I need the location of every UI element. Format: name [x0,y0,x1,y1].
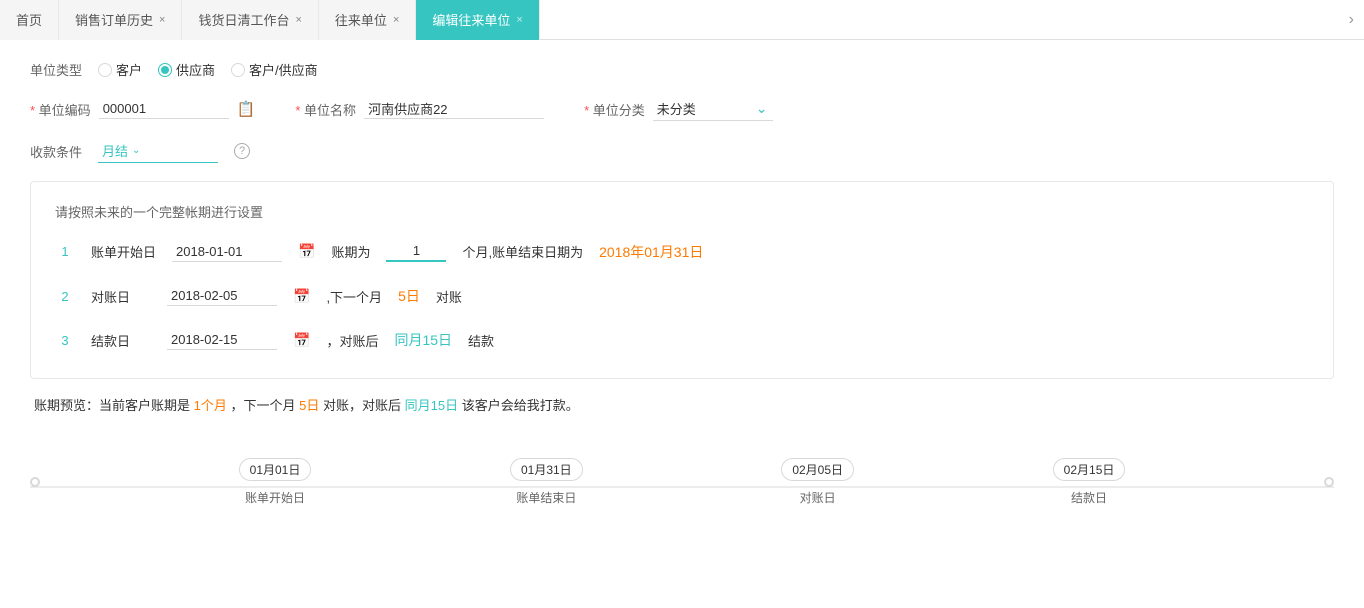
unit-code-label: 单位编码 [30,100,91,119]
unit-code-group: 单位编码 000001 📋 [30,99,255,119]
unit-category-value: 未分类 [657,99,696,118]
period-row-1: 1 账单开始日 2018-01-01 📅 账期为 1 个月,账单结束日期为 20… [55,241,1309,262]
unit-info-row: 单位编码 000001 📋 单位名称 河南供应商22 单位分类 未分类 ⌄ [30,97,1334,121]
period-row-2: 2 对账日 2018-02-05 📅 ,下一个月 5日 对账 [55,286,1309,306]
period-desc-1b: 个月,账单结束日期为 [462,242,583,261]
radio-both-circle [231,63,245,77]
payment-chevron-icon: ⌄ [132,145,140,156]
tab-cash-work[interactable]: 钱货日清工作台 × [182,0,318,40]
timeline-start-dot [30,477,40,487]
unit-category-label: 单位分类 [584,100,645,119]
payment-label: 收款条件 [30,142,82,161]
radio-supplier-label: 供应商 [176,60,215,79]
preview-prefix: 账期预览：当前客户账期是 [34,398,190,413]
preview-highlight-3: 同月15日 [405,398,458,413]
calendar-icon-2[interactable]: 📅 [293,288,310,305]
period-label-1: 账单开始日 [91,242,156,261]
period-desc-1a: 账期为 [331,242,370,261]
period-highlight-2: 5日 [398,286,420,306]
preview-suffix: 该客户会给我打款。 [462,398,579,413]
period-date-2[interactable]: 2018-02-05 [167,286,277,306]
timeline-label-0: 账单开始日 [245,489,305,506]
period-box-title: 请按照未来的一个完整帐期进行设置 [55,202,1309,221]
tab-partner-label: 往来单位 [335,10,387,29]
period-box: 请按照未来的一个完整帐期进行设置 1 账单开始日 2018-01-01 📅 账期… [30,181,1334,379]
tab-home-label: 首页 [16,10,42,29]
tab-edit-partner[interactable]: 编辑往来单位 × [416,0,539,40]
period-highlight-3: 同月15日 [394,330,452,350]
unit-type-radio-group: 客户 供应商 客户/供应商 [98,60,318,79]
payment-help-icon[interactable]: ? [234,143,250,159]
timeline-node-2: 02月05日 对账日 [781,458,854,506]
tab-sales-history-label: 销售订单历史 [75,10,153,29]
calendar-icon-1[interactable]: 📅 [298,243,315,260]
period-num-1: 1 [55,244,75,259]
tab-cash-work-label: 钱货日清工作台 [198,10,289,29]
unit-name-group: 单位名称 河南供应商22 [295,99,544,119]
tab-bar: 首页 销售订单历史 × 钱货日清工作台 × 往来单位 × 编辑往来单位 × › [0,0,1364,40]
timeline-label-3: 结款日 [1071,489,1107,506]
timeline-items: 01月01日 账单开始日 01月31日 账单结束日 02月05日 对账日 02月… [30,458,1334,506]
period-label-3: 结款日 [91,331,151,350]
radio-supplier-circle [158,63,172,77]
period-num-2: 2 [55,289,75,304]
tab-sales-history[interactable]: 销售订单历史 × [59,0,182,40]
unit-code-icon[interactable]: 📋 [237,100,256,118]
radio-customer-label: 客户 [116,60,142,79]
timeline-badge-3: 02月15日 [1053,458,1126,481]
period-label-2: 对账日 [91,287,151,306]
period-date-1[interactable]: 2018-01-01 [172,242,282,262]
close-edit-partner-icon[interactable]: × [516,14,522,26]
tab-expand-icon[interactable]: › [1339,11,1364,29]
period-num-3: 3 [55,333,75,348]
unit-category-select[interactable]: 未分类 ⌄ [653,97,773,121]
timeline-badge-0: 01月01日 [239,458,312,481]
unit-type-label: 单位类型 [30,60,82,79]
payment-value: 月结 [102,141,128,160]
unit-name-label: 单位名称 [295,100,356,119]
period-highlight-date-1: 2018年01月31日 [599,242,703,262]
category-chevron-icon: ⌄ [756,100,768,117]
timeline-label-2: 对账日 [800,489,836,506]
period-date-3[interactable]: 2018-02-15 [167,330,277,350]
timeline-badge-2: 02月05日 [781,458,854,481]
tab-edit-partner-label: 编辑往来单位 [432,10,510,29]
period-num-input-1[interactable]: 1 [386,241,446,262]
timeline-end-dot [1324,477,1334,487]
period-desc-3b: 结款 [468,331,494,350]
radio-supplier[interactable]: 供应商 [158,60,215,79]
timeline-node-1: 01月31日 账单结束日 [510,458,583,506]
period-row-3: 3 结款日 2018-02-15 📅 ，对账后 同月15日 结款 [55,330,1309,350]
payment-row: 收款条件 月结 ⌄ ? [30,139,1334,163]
close-sales-history-icon[interactable]: × [159,14,165,26]
payment-select[interactable]: 月结 ⌄ [98,139,218,163]
radio-customer[interactable]: 客户 [98,60,142,79]
main-content: 单位类型 客户 供应商 客户/供应商 单位编码 000001 📋 单位名称 河南… [0,40,1364,608]
preview-highlight-2: 5日 [299,398,319,413]
close-cash-work-icon[interactable]: × [295,14,301,26]
tab-partner[interactable]: 往来单位 × [319,0,416,40]
timeline-label-1: 账单结束日 [516,489,576,506]
timeline-badge-1: 01月31日 [510,458,583,481]
calendar-icon-3[interactable]: 📅 [293,332,310,349]
timeline-node-3: 02月15日 结款日 [1053,458,1126,506]
unit-name-input[interactable]: 河南供应商22 [364,99,544,119]
close-partner-icon[interactable]: × [393,14,399,26]
unit-type-row: 单位类型 客户 供应商 客户/供应商 [30,60,1334,79]
unit-code-input[interactable]: 000001 [99,99,229,119]
timeline-container: 01月01日 账单开始日 01月31日 账单结束日 02月05日 对账日 02月… [30,438,1334,536]
period-desc-3a: ，对账后 [326,331,378,350]
tab-home[interactable]: 首页 [0,0,59,40]
preview-text: 账期预览：当前客户账期是 1个月 ，下一个月 5日 对账，对账后 同月15日 该… [30,395,1334,414]
preview-middle-2: 对账，对账后 [323,398,401,413]
radio-customer-circle [98,63,112,77]
preview-highlight-1: 1个月 [194,398,227,413]
period-desc-2a: ,下一个月 [326,287,382,306]
timeline-node-0: 01月01日 账单开始日 [239,458,312,506]
unit-category-group: 单位分类 未分类 ⌄ [584,97,773,121]
radio-both[interactable]: 客户/供应商 [231,60,318,79]
period-desc-2b: 对账 [436,287,462,306]
radio-both-label: 客户/供应商 [249,60,318,79]
preview-middle-1: ，下一个月 [231,398,296,413]
